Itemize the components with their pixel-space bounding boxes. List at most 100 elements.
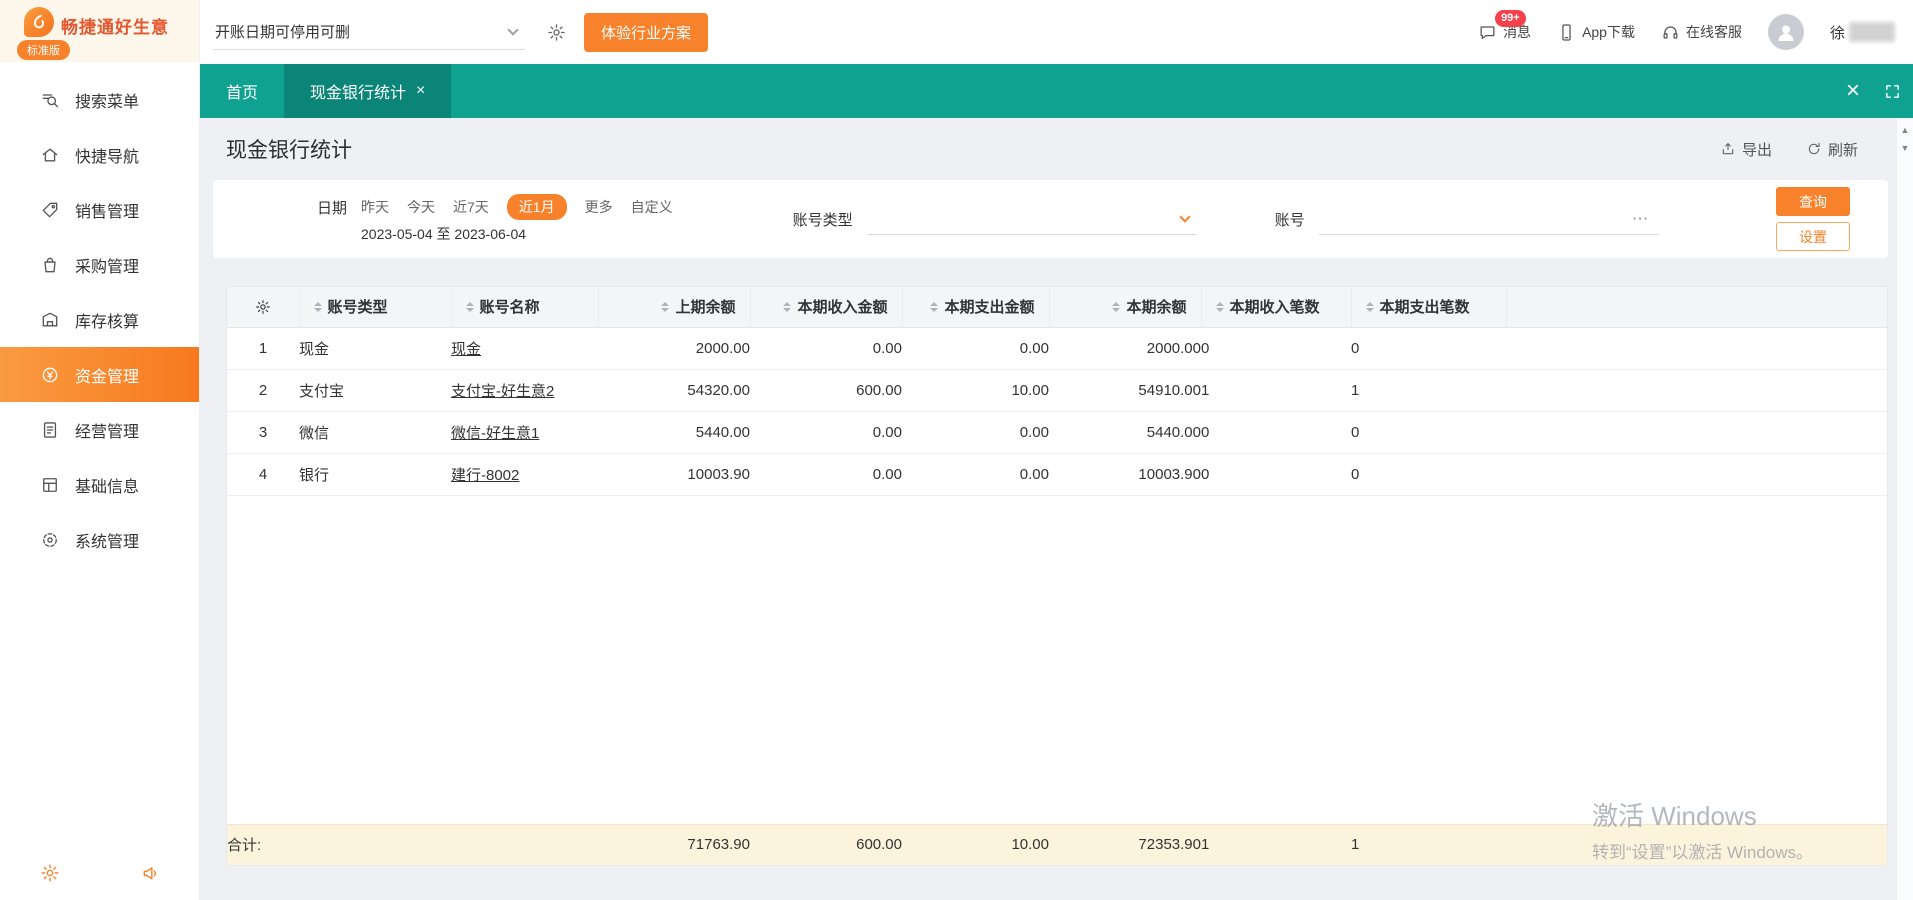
sidebar-item-funds[interactable]: 资金管理 — [0, 347, 199, 402]
sidebar-item-base-info[interactable]: 基础信息 — [0, 457, 199, 512]
total-expense: 10.00 — [902, 823, 1049, 865]
sidebar-item-operations[interactable]: 经营管理 — [0, 402, 199, 457]
date-option-more[interactable]: 更多 — [585, 197, 613, 217]
announcement-icon[interactable] — [141, 863, 161, 883]
user-avatar[interactable] — [1767, 14, 1804, 50]
sidebar-item-purchase[interactable]: 采购管理 — [0, 237, 199, 292]
online-support-button[interactable]: 在线客服 — [1661, 22, 1742, 42]
coin-icon — [40, 365, 60, 385]
column-header-expense-count[interactable]: 本期支出笔数 — [1351, 287, 1507, 328]
messages-button[interactable]: 消息 99+ — [1478, 10, 1531, 42]
chevron-down-icon — [507, 23, 519, 36]
row-number-cell: 3 — [227, 411, 299, 454]
table-row[interactable]: 3 微信 微信-好生意1 5440.00 0.00 0.00 5440.00 0… — [227, 411, 1887, 454]
column-header-account-name[interactable]: 账号名称 — [451, 287, 599, 328]
settings-gear-icon[interactable] — [547, 23, 566, 42]
total-row: 合计: 71763.90 600.00 10.00 72353.90 1 1 — [227, 823, 1887, 865]
sidebar-item-search-menu[interactable]: 搜索菜单 — [0, 72, 199, 127]
sidebar-item-quick-nav[interactable]: 快捷导航 — [0, 127, 199, 182]
date-option-yesterday[interactable]: 昨天 — [361, 197, 389, 217]
column-settings-gear-icon[interactable] — [227, 299, 299, 315]
close-tabs-icon[interactable]: × — [1846, 79, 1860, 103]
date-option-last7days[interactable]: 近7天 — [453, 197, 489, 217]
cash-bank-table-card: 账号类型 账号名称 上期余额 本期收入金额 本期支出金额 本期余额 本期收入笔数… — [226, 286, 1888, 866]
column-header-prev-balance[interactable]: 上期余额 — [598, 287, 751, 328]
filter-buttons: 查询 设置 — [1776, 187, 1850, 251]
trial-solution-button[interactable]: 体验行业方案 — [584, 12, 709, 52]
app-download-label: App下载 — [1582, 24, 1635, 40]
account-name-link[interactable]: 微信-好生意1 — [451, 425, 539, 442]
income-cell: 0.00 — [750, 411, 902, 454]
column-header-expense[interactable]: 本期支出金额 — [902, 287, 1050, 328]
account-label: 账号 — [1274, 211, 1305, 229]
main-column: 开账日期可停用可删 体验行业方案 消息 99+ App下载 在线客服 徐 首页 … — [200, 0, 1913, 900]
date-filter-group: 日期 昨天 今天 近7天 近1月 更多 自定义 2023-05-04 至 202… — [317, 194, 673, 244]
total-income: 600.00 — [750, 823, 902, 865]
table-row[interactable]: 4 银行 建行-8002 10003.90 0.00 0.00 10003.90… — [227, 453, 1887, 496]
income-count-cell: 0 — [1201, 411, 1351, 454]
settings-button[interactable]: 设置 — [1776, 222, 1850, 251]
refresh-icon — [1806, 141, 1822, 157]
income-count-cell: 1 — [1201, 369, 1351, 412]
account-input[interactable]: ⋯ — [1318, 203, 1659, 235]
brand-name: 畅捷通好生意 — [61, 18, 169, 37]
column-header-account-type[interactable]: 账号类型 — [299, 287, 452, 328]
sidebar-item-sales[interactable]: 销售管理 — [0, 182, 199, 237]
scroll-up-icon[interactable]: ▲ — [1901, 126, 1910, 135]
total-empty-cell — [451, 823, 598, 865]
date-range-value[interactable]: 2023-05-04 至 2023-06-04 — [361, 224, 673, 244]
column-header-income-count[interactable]: 本期收入笔数 — [1201, 287, 1352, 328]
chat-bubble-icon — [1478, 23, 1497, 42]
date-filter-stack: 昨天 今天 近7天 近1月 更多 自定义 2023-05-04 至 2023-0… — [361, 194, 673, 244]
column-header-balance[interactable]: 本期余额 — [1049, 287, 1202, 328]
sidebar-item-label: 快捷导航 — [75, 148, 140, 166]
account-name-link[interactable]: 支付宝-好生意2 — [451, 383, 554, 400]
sort-icon — [1215, 301, 1224, 312]
fullscreen-icon[interactable] — [1884, 83, 1901, 100]
tab-cash-bank-stats[interactable]: 现金银行统计 × — [284, 64, 452, 118]
sort-icon — [661, 301, 670, 312]
username: 徐 — [1829, 24, 1845, 42]
filler-cell — [1506, 411, 1887, 454]
filler-cell — [1506, 369, 1887, 412]
cash-bank-table: 账号类型 账号名称 上期余额 本期收入金额 本期支出金额 本期余额 本期收入笔数… — [227, 287, 1887, 496]
account-type-filter-group: 账号类型 — [793, 203, 1197, 235]
export-label: 导出 — [1741, 141, 1772, 159]
sidebar-item-label: 库存核算 — [75, 313, 140, 331]
income-cell: 0.00 — [750, 327, 902, 370]
column-header-income[interactable]: 本期收入金额 — [750, 287, 903, 328]
date-option-last-month[interactable]: 近1月 — [506, 194, 567, 220]
total-label: 合计: — [227, 823, 299, 865]
user-menu[interactable]: 徐 — [1830, 22, 1895, 43]
export-icon — [1720, 141, 1736, 157]
query-button[interactable]: 查询 — [1776, 187, 1850, 216]
home-icon — [40, 145, 60, 165]
account-book-select[interactable]: 开账日期可停用可删 — [213, 14, 525, 50]
expense-count-cell: 0 — [1351, 453, 1506, 496]
expense-count-cell: 0 — [1351, 327, 1506, 370]
account-name-link[interactable]: 现金 — [451, 341, 481, 358]
tab-close-icon[interactable]: × — [416, 82, 425, 100]
refresh-button[interactable]: 刷新 — [1806, 139, 1858, 160]
vertical-scrollbar[interactable]: ▲ ▼ — [1896, 118, 1913, 900]
logo-area: 畅捷通好生意 标准版 — [0, 0, 199, 62]
sidebar-item-label: 系统管理 — [75, 533, 140, 551]
scroll-down-icon[interactable]: ▼ — [1901, 144, 1910, 153]
account-name-link[interactable]: 建行-8002 — [451, 467, 519, 484]
date-option-today[interactable]: 今天 — [407, 197, 435, 217]
app-download-button[interactable]: App下载 — [1557, 22, 1635, 42]
sort-icon — [313, 301, 322, 312]
edition-badge: 标准版 — [17, 40, 70, 60]
grid-icon — [40, 475, 60, 495]
sidebar-item-system[interactable]: 系统管理 — [0, 512, 199, 567]
table-row[interactable]: 2 支付宝 支付宝-好生意2 54320.00 600.00 10.00 549… — [227, 369, 1887, 412]
tab-home[interactable]: 首页 — [200, 64, 284, 118]
sort-icon — [1365, 301, 1374, 312]
account-type-select[interactable] — [866, 203, 1197, 235]
more-options-icon[interactable]: ⋯ — [1632, 210, 1651, 227]
gear-icon[interactable] — [40, 863, 60, 883]
date-option-custom[interactable]: 自定义 — [631, 197, 673, 217]
export-button[interactable]: 导出 — [1720, 139, 1772, 160]
table-row[interactable]: 1 现金 现金 2000.00 0.00 0.00 2000.00 0 0 — [227, 327, 1887, 370]
sidebar-item-inventory[interactable]: 库存核算 — [0, 292, 199, 347]
